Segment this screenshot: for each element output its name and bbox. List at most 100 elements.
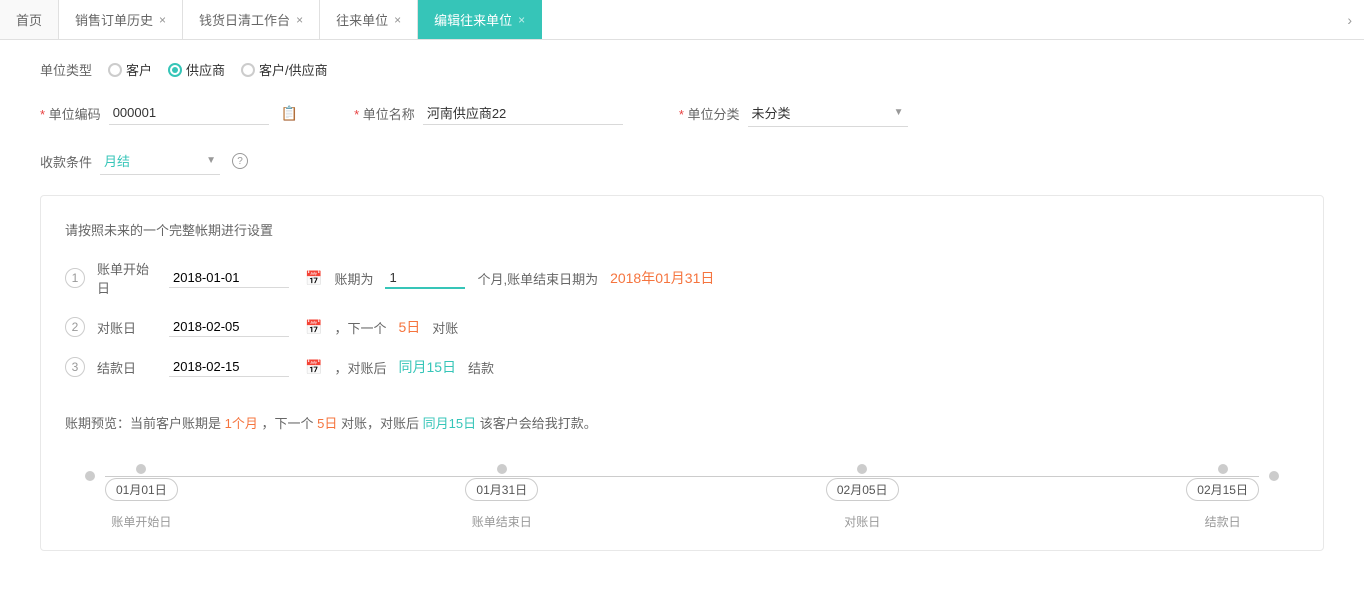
unit-code-input[interactable]: 000001 xyxy=(109,101,269,125)
row-date-input-2[interactable] xyxy=(169,317,289,337)
row-desc-after-1: 个月,账单结束日期为 xyxy=(477,269,598,288)
unit-name-label: 单位名称 xyxy=(354,104,415,123)
timeline-dot-0 xyxy=(136,464,146,474)
preview-text3: 该客户会给我打款。 xyxy=(480,416,597,431)
tab-cash-work-close[interactable]: × xyxy=(296,14,303,26)
row-highlight-1: 2018年01月31日 xyxy=(610,268,714,288)
payment-condition-label: 收款条件 xyxy=(40,152,92,171)
row-date-input-1[interactable] xyxy=(169,268,289,288)
tab-home-label: 首页 xyxy=(16,10,42,29)
tab-home[interactable]: 首页 xyxy=(0,0,59,39)
row-date-input-3[interactable] xyxy=(169,357,289,377)
preview-highlight3: 同月15日 xyxy=(423,416,476,431)
timeline-start-dot xyxy=(85,471,95,481)
timeline-dot-2 xyxy=(857,464,867,474)
radio-customer-supplier-label: 客户/供应商 xyxy=(259,60,328,79)
timeline-node-1: 01月31日 账单结束日 xyxy=(465,464,538,530)
radio-customer-supplier[interactable]: 客户/供应商 xyxy=(241,60,328,79)
row-label-2: 对账日 xyxy=(97,318,157,337)
main-content: 单位类型 客户 供应商 客户/供应商 单位编码 000001 📋 单位名称 河南… xyxy=(0,40,1364,608)
radio-customer-label: 客户 xyxy=(126,60,152,79)
timeline-node-3: 02月15日 结款日 xyxy=(1186,464,1259,530)
row-index-1: 1 xyxy=(65,268,85,288)
row-highlight-2: 5日 xyxy=(398,317,420,337)
preview-highlight1: 1个月 xyxy=(225,416,258,431)
tab-sales-history-label: 销售订单历史 xyxy=(75,10,153,29)
row-calendar-icon-1[interactable]: 📅 xyxy=(305,270,322,287)
payment-condition-value: 月结 xyxy=(104,151,198,170)
timeline-label-1: 账单结束日 xyxy=(472,513,532,530)
row-index-3: 3 xyxy=(65,357,85,377)
preview-section: 账期预览：当前客户账期是 1个月 ，下一个 5日 对账，对账后 同月15日 该客… xyxy=(65,397,1299,530)
preview-text1: ，下一个 xyxy=(262,416,314,431)
unit-category-label: 单位分类 xyxy=(679,104,740,123)
tab-more-button[interactable]: › xyxy=(1335,0,1364,39)
setting-row-2: 2 对账日 📅 ，下一个 5日 对账 xyxy=(65,317,1299,337)
timeline-label-3: 结款日 xyxy=(1205,513,1241,530)
tab-sales-history-close[interactable]: × xyxy=(159,14,166,26)
timeline-node-2: 02月05日 对账日 xyxy=(826,464,899,530)
tab-edit-partner[interactable]: 编辑往来单位 × xyxy=(418,0,542,39)
row-calendar-icon-3[interactable]: 📅 xyxy=(305,359,322,376)
unit-category-arrow-icon: ▼ xyxy=(894,107,904,118)
row-highlight-3: 同月15日 xyxy=(398,357,456,377)
timeline-dot-3 xyxy=(1218,464,1228,474)
row-desc-after-2: 对账 xyxy=(432,318,458,337)
tab-partner-units-label: 往来单位 xyxy=(336,10,388,29)
payment-condition-select[interactable]: 月结 ▼ xyxy=(100,147,220,175)
radio-customer[interactable]: 客户 xyxy=(108,60,152,79)
row-label-1: 账单开始日 xyxy=(97,259,157,297)
payment-condition-arrow-icon: ▼ xyxy=(206,155,216,166)
timeline-date-3: 02月15日 xyxy=(1186,478,1259,501)
setting-row-3: 3 结款日 📅 ，对账后 同月15日 结款 xyxy=(65,357,1299,377)
radio-customer-circle xyxy=(108,63,122,77)
timeline-date-2: 02月05日 xyxy=(826,478,899,501)
setting-rows: 1 账单开始日 📅 账期为 个月,账单结束日期为 2018年01月31日 2 对… xyxy=(65,259,1299,377)
card-title: 请按照未来的一个完整帐期进行设置 xyxy=(65,220,1299,239)
unit-name-input[interactable]: 河南供应商22 xyxy=(423,101,623,125)
radio-supplier-label: 供应商 xyxy=(186,60,225,79)
row-desc-before-2: ，下一个 xyxy=(334,318,386,337)
tab-cash-work[interactable]: 钱货日清工作台 × xyxy=(183,0,320,39)
tab-edit-partner-label: 编辑往来单位 xyxy=(434,10,512,29)
settings-card: 请按照未来的一个完整帐期进行设置 1 账单开始日 📅 账期为 个月,账单结束日期… xyxy=(40,195,1324,551)
tab-sales-history[interactable]: 销售订单历史 × xyxy=(59,0,183,39)
row-calendar-icon-2[interactable]: 📅 xyxy=(305,319,322,336)
row-label-3: 结款日 xyxy=(97,358,157,377)
help-icon[interactable]: ? xyxy=(232,153,248,169)
payment-condition-row: 收款条件 月结 ▼ ? xyxy=(40,147,1324,175)
tab-partner-units[interactable]: 往来单位 × xyxy=(320,0,418,39)
timeline-date-1: 01月31日 xyxy=(465,478,538,501)
unit-category-value: 未分类 xyxy=(752,103,886,122)
timeline-node-0: 01月01日 账单开始日 xyxy=(105,464,178,530)
unit-category-select[interactable]: 未分类 ▼ xyxy=(748,99,908,127)
radio-supplier-circle xyxy=(168,63,182,77)
preview-text: 账期预览：当前客户账期是 1个月 ，下一个 5日 对账，对账后 同月15日 该客… xyxy=(65,413,1299,432)
preview-highlight2: 5日 xyxy=(317,416,337,431)
timeline-wrapper: 01月01日 账单开始日 01月31日 账单结束日 02月05日 对账日 xyxy=(65,464,1299,530)
tab-cash-work-label: 钱货日清工作台 xyxy=(199,10,290,29)
tab-partner-units-close[interactable]: × xyxy=(394,14,401,26)
preview-label: 账期预览：当前客户账期是 xyxy=(65,416,221,431)
unit-info-row: 单位编码 000001 📋 单位名称 河南供应商22 单位分类 未分类 ▼ xyxy=(40,99,1324,127)
row-desc-before-3: ，对账后 xyxy=(334,358,386,377)
setting-row-1: 1 账单开始日 📅 账期为 个月,账单结束日期为 2018年01月31日 xyxy=(65,259,1299,297)
unit-type-label: 单位类型 xyxy=(40,60,92,79)
radio-supplier[interactable]: 供应商 xyxy=(168,60,225,79)
unit-code-calendar-icon[interactable]: 📋 xyxy=(281,105,298,122)
row-desc-after-3: 结款 xyxy=(468,358,494,377)
timeline-end-dot xyxy=(1269,471,1279,481)
timeline-dot-1 xyxy=(497,464,507,474)
timeline-label-0: 账单开始日 xyxy=(111,513,171,530)
row-desc-before-1: 账期为 xyxy=(334,269,373,288)
tab-edit-partner-close[interactable]: × xyxy=(518,14,525,26)
preview-text2: 对账，对账后 xyxy=(341,416,419,431)
tab-bar: 首页 销售订单历史 × 钱货日清工作台 × 往来单位 × 编辑往来单位 × › xyxy=(0,0,1364,40)
unit-type-radio-group: 客户 供应商 客户/供应商 xyxy=(108,60,328,79)
radio-customer-supplier-circle xyxy=(241,63,255,77)
row-index-2: 2 xyxy=(65,317,85,337)
unit-code-label: 单位编码 xyxy=(40,104,101,123)
row-period-input[interactable] xyxy=(385,268,465,289)
timeline-date-0: 01月01日 xyxy=(105,478,178,501)
timeline-label-2: 对账日 xyxy=(844,513,880,530)
